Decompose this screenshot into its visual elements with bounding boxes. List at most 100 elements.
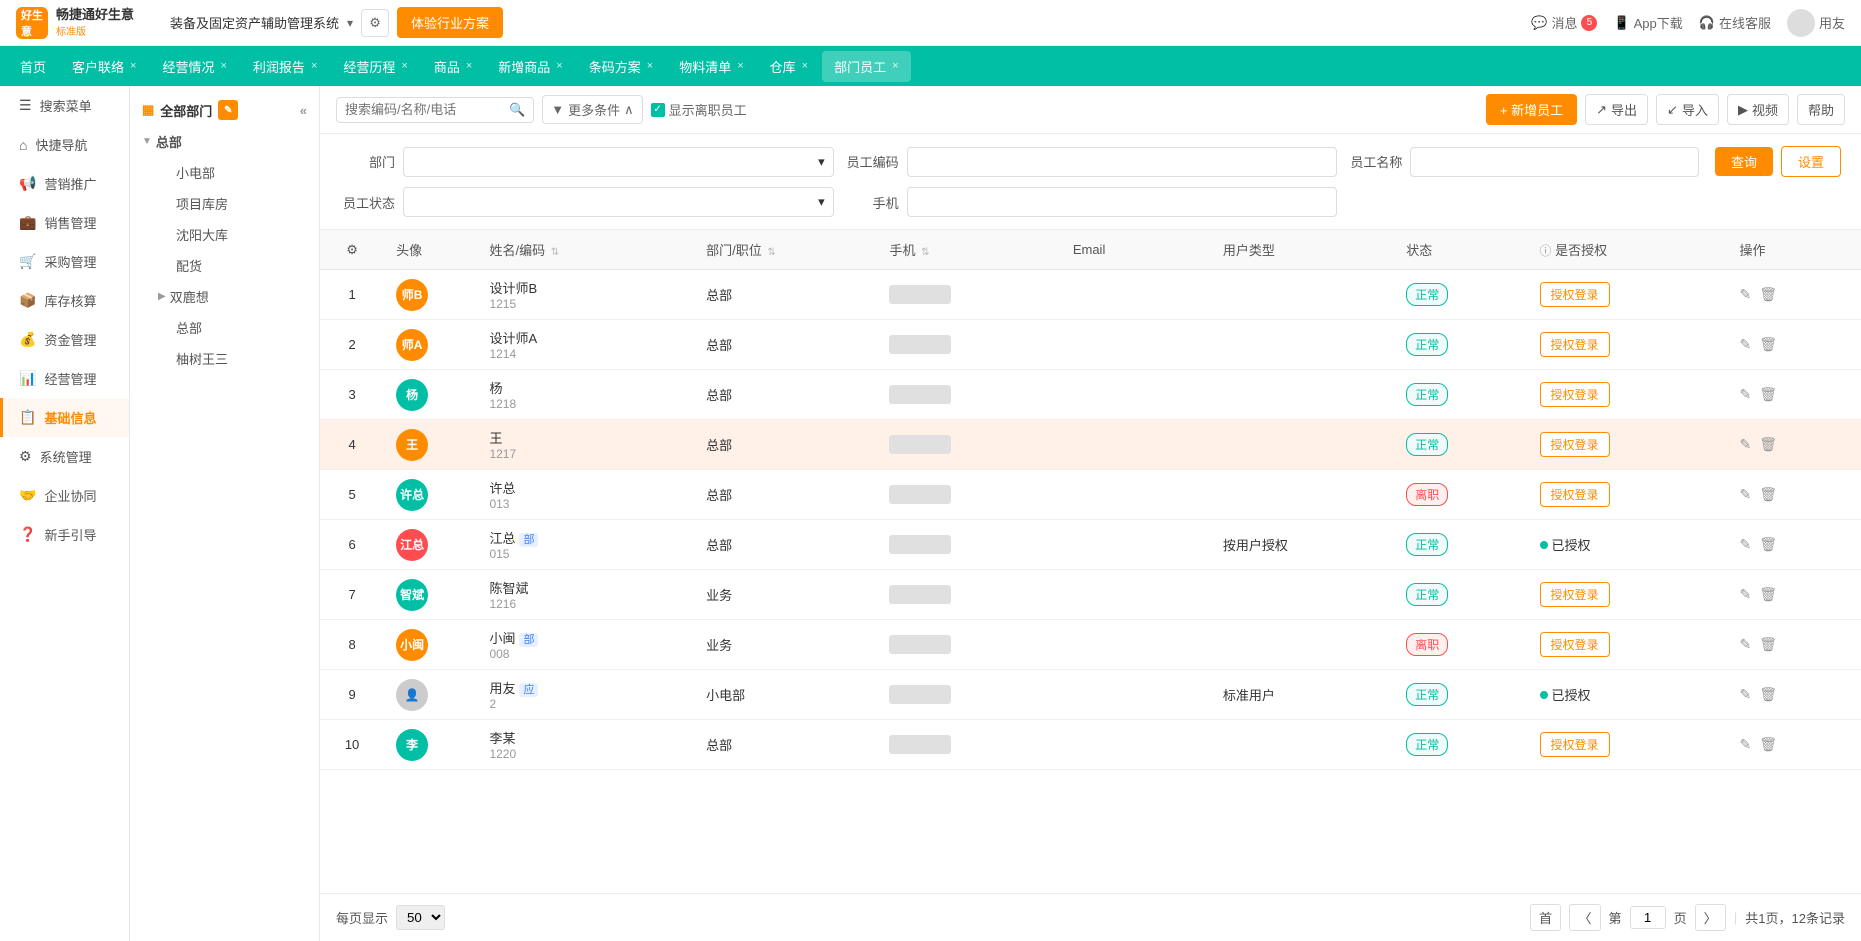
nav-item-条码方案[interactable]: 条码方案× [577,51,665,82]
th-name[interactable]: 姓名/编码 ⇅ [477,230,694,270]
dept-select[interactable]: ▾ [403,147,834,177]
delete-icon[interactable]: 🗑 [1759,636,1777,653]
delete-icon[interactable]: 🗑 [1759,536,1777,553]
auth-login-btn[interactable]: 授权登录 [1540,732,1610,757]
delete-icon[interactable]: 🗑 [1759,286,1777,303]
nav-item-首页[interactable]: 首页 [8,51,58,82]
query-btn[interactable]: 查询 [1715,147,1773,176]
sidebar-item-search-menu[interactable]: ☰搜索菜单 [0,86,129,125]
nav-item-物料清单[interactable]: 物料清单× [667,51,755,82]
edit-icon[interactable]: ✎ [1740,386,1752,403]
phone-input[interactable] [907,187,1338,217]
nav-close-icon[interactable]: × [220,60,226,72]
app-download-btn[interactable]: 📱 App下载 [1613,13,1682,32]
dept-node-双鹿想[interactable]: ▶双鹿想 [130,281,319,312]
online-service-btn[interactable]: 🎧 在线客服 [1699,13,1771,32]
nav-item-客户联络[interactable]: 客户联络× [60,51,148,82]
reset-btn[interactable]: 设置 [1781,146,1841,177]
th-settings[interactable]: ⚙ [320,230,384,270]
delete-icon[interactable]: 🗑 [1759,736,1777,753]
nav-item-经营历程[interactable]: 经营历程× [331,51,419,82]
search-input[interactable] [345,102,505,117]
delete-icon[interactable]: 🗑 [1759,436,1777,453]
delete-icon[interactable]: 🗑 [1759,586,1777,603]
th-phone[interactable]: 手机 ⇅ [877,230,1060,270]
nav-close-icon[interactable]: × [737,60,743,72]
sidebar-item-cooperation[interactable]: 🤝企业协同 [0,476,129,515]
settings-gear-icon[interactable]: ⚙ [361,9,389,37]
nav-close-icon[interactable]: × [401,60,407,72]
delete-icon[interactable]: 🗑 [1759,336,1777,353]
empcode-input[interactable] [907,147,1338,177]
first-page-btn[interactable]: 首 [1530,904,1561,931]
auth-login-btn[interactable]: 授权登录 [1540,432,1610,457]
auth-login-btn[interactable]: 授权登录 [1540,382,1610,407]
status-select[interactable]: ▾ [403,187,834,217]
edit-icon[interactable]: ✎ [1740,436,1752,453]
dept-node-小电部[interactable]: 小电部 [130,157,319,188]
dept-node-项目库房[interactable]: 项目库房 [130,188,319,219]
trial-btn[interactable]: 体验行业方案 [397,7,503,38]
more-btn[interactable]: 帮助 [1797,94,1845,125]
sidebar-item-operations[interactable]: 📊经营管理 [0,359,129,398]
nav-close-icon[interactable]: × [892,60,898,72]
dept-node-沈阳大库[interactable]: 沈阳大库 [130,219,319,250]
dept-node-柚树王三[interactable]: 柚树王三 [130,343,319,374]
edit-icon[interactable]: ✎ [1740,486,1752,503]
dept-node-总部[interactable]: 总部 [130,312,319,343]
nav-item-经营情况[interactable]: 经营情况× [150,51,238,82]
sidebar-item-basic-info[interactable]: 📋基础信息 [0,398,129,437]
page-input[interactable] [1630,906,1666,929]
sidebar-item-sales[interactable]: 💼销售管理 [0,203,129,242]
nav-item-仓库[interactable]: 仓库× [758,51,820,82]
nav-close-icon[interactable]: × [130,60,136,72]
add-employee-btn[interactable]: + 新增员工 [1486,94,1577,125]
import-btn[interactable]: ↙ 导入 [1656,94,1719,125]
next-page-btn[interactable]: 〉 [1695,904,1726,931]
export-btn[interactable]: ↗ 导出 [1585,94,1648,125]
page-size-select[interactable]: 50 [396,905,445,930]
nav-item-新增商品[interactable]: 新增商品× [486,51,574,82]
nav-close-icon[interactable]: × [647,60,653,72]
dept-collapse-icon[interactable]: « [300,103,307,118]
sidebar-item-marketing[interactable]: 📢营销推广 [0,164,129,203]
show-resign-checkbox[interactable]: ✓ 显示离职员工 [651,100,747,119]
delete-icon[interactable]: 🗑 [1759,486,1777,503]
search-icon[interactable]: 🔍 [509,102,525,118]
user-area[interactable]: 用友 [1787,9,1845,37]
auth-login-btn[interactable]: 授权登录 [1540,632,1610,657]
edit-icon[interactable]: ✎ [1740,586,1752,603]
sidebar-item-inventory[interactable]: 📦库存核算 [0,281,129,320]
nav-close-icon[interactable]: × [556,60,562,72]
sidebar-item-guide[interactable]: ❓新手引导 [0,515,129,554]
prev-page-btn[interactable]: 〈 [1569,904,1600,931]
nav-item-部门员工[interactable]: 部门员工× [822,51,910,82]
dept-node-总部[interactable]: ▼总部 [130,126,319,157]
nav-close-icon[interactable]: × [311,60,317,72]
empname-input[interactable] [1410,147,1699,177]
delete-icon[interactable]: 🗑 [1759,386,1777,403]
nav-close-icon[interactable]: × [802,60,808,72]
view-btn[interactable]: ▶ 视频 [1727,94,1789,125]
dept-edit-icon[interactable]: ✎ [218,100,238,120]
sidebar-item-purchase[interactable]: 🛒采购管理 [0,242,129,281]
nav-close-icon[interactable]: × [466,60,472,72]
edit-icon[interactable]: ✎ [1740,336,1752,353]
edit-icon[interactable]: ✎ [1740,686,1752,703]
auth-login-btn[interactable]: 授权登录 [1540,482,1610,507]
dept-sort-icon[interactable]: ⇅ [767,247,775,258]
delete-icon[interactable]: 🗑 [1759,686,1777,703]
nav-item-商品[interactable]: 商品× [422,51,484,82]
auth-login-btn[interactable]: 授权登录 [1540,332,1610,357]
sidebar-item-quick-nav[interactable]: ⌂快捷导航 [0,125,129,164]
edit-icon[interactable]: ✎ [1740,286,1752,303]
system-dropdown-arrow[interactable]: ▾ [347,16,353,30]
table-settings-icon[interactable]: ⚙ [346,242,358,257]
edit-icon[interactable]: ✎ [1740,736,1752,753]
dept-node-配货[interactable]: 配货 [130,250,319,281]
auth-login-btn[interactable]: 授权登录 [1540,282,1610,307]
edit-icon[interactable]: ✎ [1740,636,1752,653]
name-sort-icon[interactable]: ⇅ [551,247,559,258]
sidebar-item-finance[interactable]: 💰资金管理 [0,320,129,359]
nav-item-利润报告[interactable]: 利润报告× [241,51,329,82]
